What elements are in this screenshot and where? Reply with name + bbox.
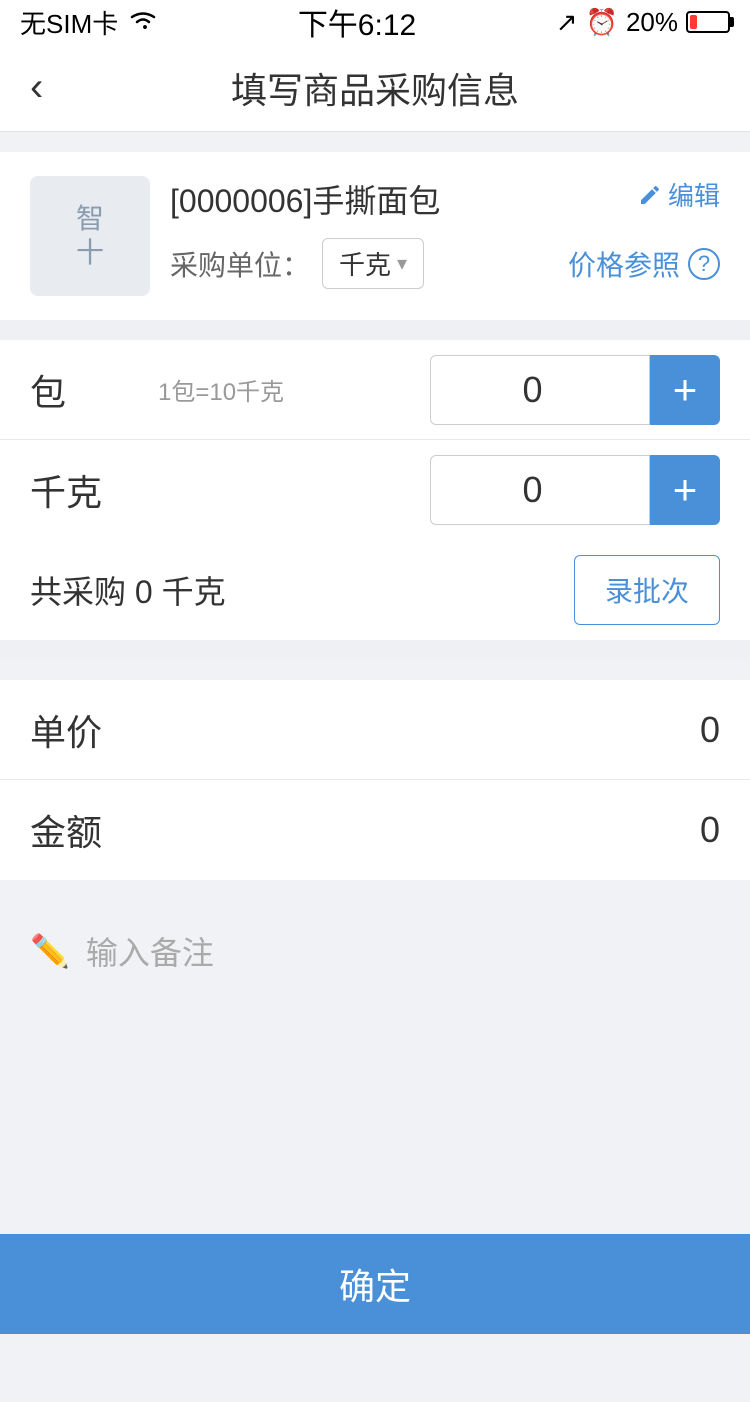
product-unit-row: 采购单位： 千克 ▾ 价格参照 ? bbox=[170, 238, 720, 289]
batch-button[interactable]: 录批次 bbox=[574, 555, 720, 625]
confirm-label: 确定 bbox=[339, 1258, 411, 1310]
status-left: 无SIM卡 bbox=[20, 4, 158, 41]
product-info: [0000006]手撕面包 编辑 采购单位： 千克 ▾ 价格参照 ? bbox=[170, 176, 720, 289]
remark-section[interactable]: ✏️ 输入备注 bbox=[0, 900, 750, 1002]
pencil-icon: ✏️ bbox=[30, 932, 70, 970]
price-ref-label: 价格参照 bbox=[568, 244, 680, 284]
summary-text: 共采购 0 千克 bbox=[30, 567, 226, 613]
battery-icon bbox=[686, 11, 730, 33]
nav-bar: ‹ 填写商品采购信息 bbox=[0, 44, 750, 132]
price-ref-button[interactable]: 价格参照 ? bbox=[568, 244, 720, 284]
section-divider-2 bbox=[0, 640, 750, 660]
bag-label: 包 bbox=[30, 364, 150, 416]
amount-row: 金额 0 bbox=[0, 780, 750, 880]
unit-selector[interactable]: 千克 ▾ bbox=[322, 238, 424, 289]
page-title: 填写商品采购信息 bbox=[231, 62, 519, 114]
plus-icon: + bbox=[673, 366, 698, 414]
bag-quantity-input[interactable] bbox=[430, 355, 650, 425]
amount-value: 0 bbox=[700, 809, 720, 851]
remark-placeholder: 输入备注 bbox=[86, 928, 214, 974]
alarm-icon: ⏰ bbox=[586, 7, 618, 38]
kg-input-row: 千克 + bbox=[0, 440, 750, 540]
price-section: 单价 0 金额 0 bbox=[0, 680, 750, 880]
edit-button[interactable]: 编辑 bbox=[638, 176, 720, 213]
bag-input-row: 包 1包=10千克 + bbox=[0, 340, 750, 440]
wifi-icon bbox=[128, 7, 158, 38]
carrier-text: 无SIM卡 bbox=[20, 4, 118, 41]
info-icon: ? bbox=[688, 248, 720, 280]
unit-price-row: 单价 0 bbox=[0, 680, 750, 780]
summary-row: 共采购 0 千克 录批次 bbox=[0, 540, 750, 640]
bag-input-wrap: + bbox=[430, 355, 720, 425]
location-icon: ↗ bbox=[556, 7, 578, 38]
section-divider-1 bbox=[0, 320, 750, 340]
kg-quantity-input[interactable] bbox=[430, 455, 650, 525]
bag-sublabel: 1包=10千克 bbox=[158, 372, 430, 407]
unit-price-value: 0 bbox=[700, 709, 720, 751]
bag-plus-button[interactable]: + bbox=[650, 355, 720, 425]
unit-price-label: 单价 bbox=[30, 704, 102, 756]
product-card: 智 十 [0000006]手撕面包 编辑 采购单位： 千克 ▾ 价格参照 bbox=[0, 152, 750, 320]
product-thumbnail: 智 十 bbox=[30, 176, 150, 296]
dropdown-arrow-icon: ▾ bbox=[397, 251, 407, 276]
unit-label: 采购单位： bbox=[170, 244, 310, 284]
status-bar: 无SIM卡 下午6:12 ↗ ⏰ 20% bbox=[0, 0, 750, 44]
back-button[interactable]: ‹ bbox=[30, 65, 43, 110]
unit-value: 千克 bbox=[339, 245, 391, 282]
input-section: 包 1包=10千克 + 千克 + bbox=[0, 340, 750, 540]
confirm-bar[interactable]: 确定 bbox=[0, 1234, 750, 1334]
kg-label: 千克 bbox=[30, 464, 150, 516]
product-name: [0000006]手撕面包 bbox=[170, 176, 440, 222]
product-name-row: [0000006]手撕面包 编辑 bbox=[170, 176, 720, 222]
status-time: 下午6:12 bbox=[298, 0, 416, 44]
battery-percent: 20% bbox=[626, 7, 678, 38]
amount-label: 金额 bbox=[30, 804, 102, 856]
status-right: ↗ ⏰ 20% bbox=[556, 7, 730, 38]
kg-plus-button[interactable]: + bbox=[650, 455, 720, 525]
kg-input-wrap: + bbox=[430, 455, 720, 525]
product-logo: 智 十 bbox=[76, 202, 104, 269]
plus-icon-kg: + bbox=[673, 466, 698, 514]
